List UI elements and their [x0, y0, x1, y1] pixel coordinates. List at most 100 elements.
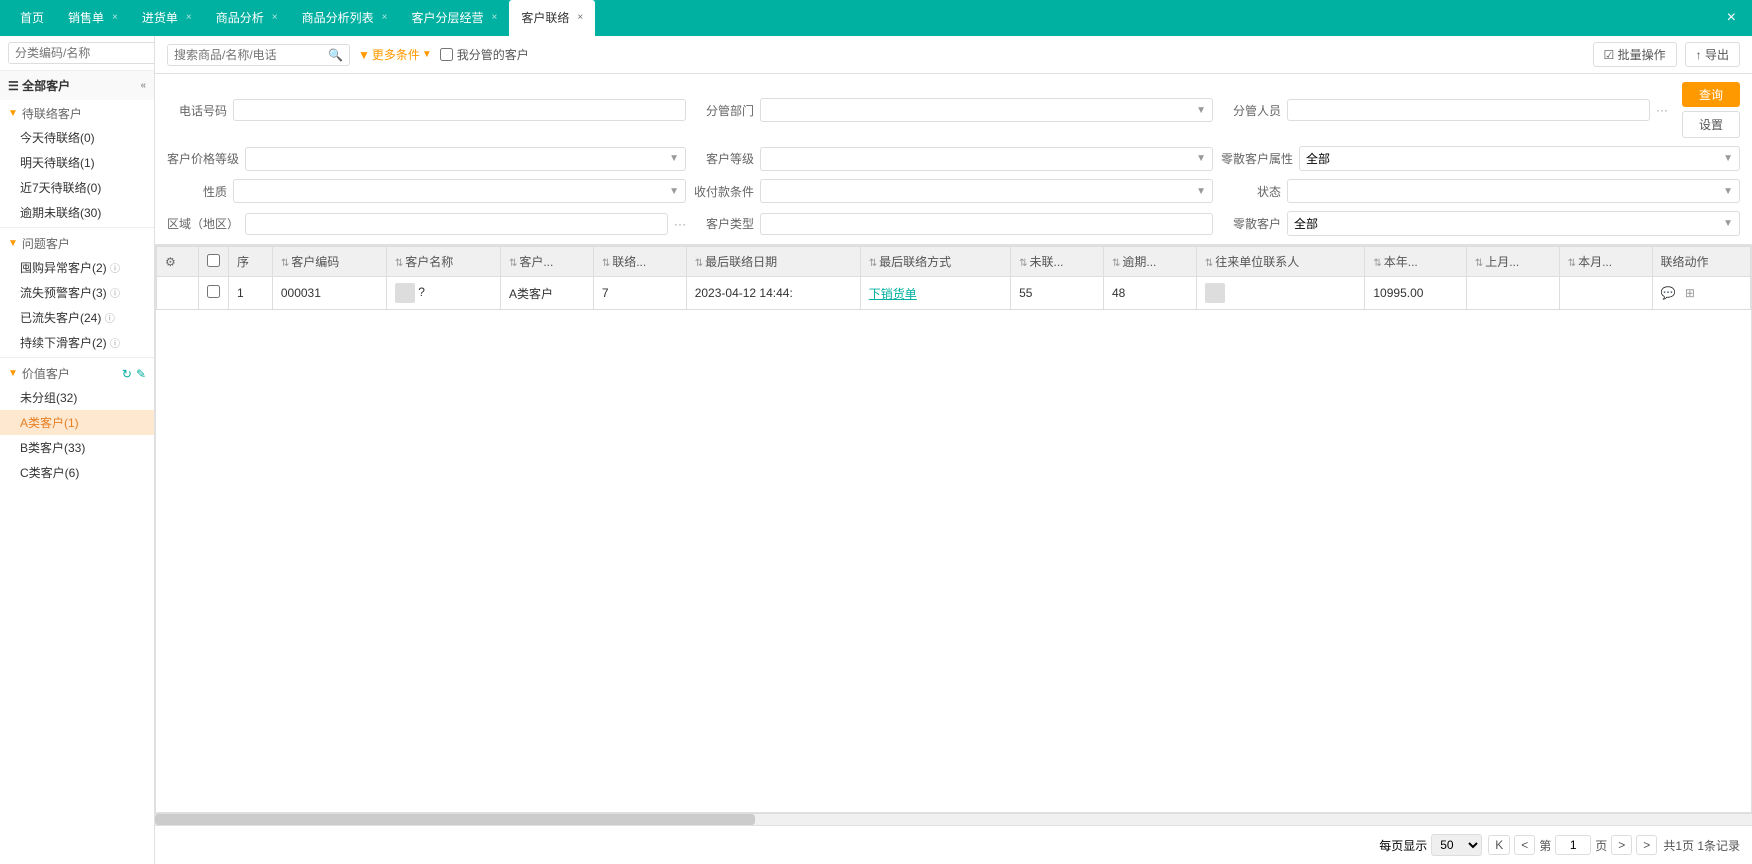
chevron-down-icon: ▼ [1723, 218, 1733, 229]
edit-icon[interactable]: ✎ [136, 367, 146, 381]
chat-action-icon[interactable]: 💬 [1661, 286, 1676, 300]
nav-customer-contact[interactable]: 客户联络 × [509, 0, 595, 36]
export-button[interactable]: ↑ 导出 [1685, 42, 1740, 67]
nav-customer-tier[interactable]: 客户分层经营 × [399, 0, 509, 36]
col-name[interactable]: ⇅客户名称 [386, 247, 500, 277]
row-last-contact-way: 下销货单 [860, 277, 1010, 310]
close-icon[interactable]: × [272, 0, 278, 36]
sidebar-item-today-contact[interactable]: 今天待联络(0) [0, 125, 154, 150]
close-icon[interactable]: × [382, 0, 388, 36]
col-no-contact[interactable]: ⇅未联... [1011, 247, 1104, 277]
col-settings[interactable]: ⚙ [157, 247, 199, 277]
more-icon[interactable]: ··· [1656, 103, 1668, 117]
sidebar-search-input[interactable] [8, 42, 155, 64]
data-table-container: ⚙ 序 ⇅客户编码 ⇅客户名称 ⇅客户... ⇅联络... ⇅最后联络日期 ⇅最… [155, 245, 1752, 813]
status-select[interactable]: ▼ [1287, 179, 1740, 203]
sidebar-item-unclassified[interactable]: 未分组(32) [0, 385, 154, 410]
filter-customer-level: 客户等级 ▼ [694, 146, 1213, 171]
pagination: 每页显示 50 20 100 K < 第 页 > > 共1页 1条记录 [155, 825, 1752, 864]
payment-select[interactable]: ▼ [760, 179, 1213, 203]
prev-page-button[interactable]: < [1514, 835, 1535, 855]
close-icon[interactable]: × [186, 0, 192, 36]
row-customer-type: A类客户 [500, 277, 593, 310]
my-customers-checkbox[interactable]: 我分管的客户 [440, 46, 529, 63]
page-number-input[interactable] [1555, 835, 1591, 855]
phone-input[interactable] [233, 99, 686, 121]
retail-customer-select[interactable]: 全部 ▼ [1287, 211, 1740, 236]
col-code[interactable]: ⇅客户编码 [272, 247, 386, 277]
nav-purchase-order[interactable]: 进货单 × [130, 0, 204, 36]
sidebar-item-churned[interactable]: 已流失客户(24) ⓘ [0, 305, 154, 330]
close-icon[interactable]: × [491, 0, 497, 36]
sidebar-item-b-class[interactable]: B类客户(33) [0, 435, 154, 460]
dept-select[interactable]: ▼ [760, 98, 1213, 122]
chevron-down-icon: ▼ [1723, 153, 1733, 164]
row-this-month [1559, 277, 1652, 310]
next-page-button[interactable]: > [1611, 835, 1632, 855]
nav-product-analysis-list[interactable]: 商品分析列表 × [290, 0, 400, 36]
contact-way-link[interactable]: 下销货单 [869, 287, 917, 301]
row-code: 000031 [272, 277, 386, 310]
page-navigation: K < 第 页 > > [1488, 835, 1657, 855]
retail-attr-select[interactable]: 全部 ▼ [1299, 146, 1740, 171]
close-icon[interactable]: × [577, 0, 583, 36]
last-page-button[interactable]: > [1636, 835, 1657, 855]
col-year-amount[interactable]: ⇅本年... [1365, 247, 1466, 277]
col-last-contact-date[interactable]: ⇅最后联络日期 [686, 247, 860, 277]
sidebar-item-churn-warning[interactable]: 流失预警客户(3) ⓘ [0, 280, 154, 305]
sidebar-item-c-class[interactable]: C类客户(6) [0, 460, 154, 485]
col-contact-count[interactable]: ⇅联络... [593, 247, 686, 277]
col-contacts[interactable]: ⇅往来单位联系人 [1196, 247, 1365, 277]
col-this-month[interactable]: ⇅本月... [1559, 247, 1652, 277]
per-page-select[interactable]: 50 20 100 [1431, 834, 1482, 856]
more-icon[interactable]: ··· [674, 217, 686, 231]
avatar [395, 283, 415, 303]
customer-level-select[interactable]: ▼ [760, 147, 1213, 171]
all-customers-header[interactable]: ☰ 全部客户 « [0, 71, 154, 100]
price-level-select[interactable]: ▼ [245, 147, 686, 171]
col-last-month[interactable]: ⇅上月... [1466, 247, 1559, 277]
row-select-checkbox[interactable] [207, 285, 220, 298]
row-contacts [1196, 277, 1365, 310]
select-all-checkbox[interactable] [207, 254, 220, 267]
filter-dept: 分管部门 ▼ [694, 82, 1213, 138]
col-overdue[interactable]: ⇅逾期... [1104, 247, 1197, 277]
more-filters-button[interactable]: ▼ 更多条件 ▼ [358, 46, 432, 63]
sidebar-item-declining[interactable]: 持续下滑客户(2) ⓘ [0, 330, 154, 355]
gear-icon[interactable]: ⚙ [165, 255, 176, 269]
nature-select[interactable]: ▼ [233, 179, 686, 203]
chevron-down-icon: ▼ [1196, 105, 1206, 116]
chevron-down-icon: ▼ [1196, 153, 1206, 164]
settings-button[interactable]: 设置 [1682, 111, 1740, 138]
nav-sales-order[interactable]: 销售单 × [56, 0, 130, 36]
close-app-button[interactable]: × [1719, 9, 1744, 27]
filter-price-level: 客户价格等级 ▼ [167, 146, 686, 171]
grid-action-icon[interactable]: ⊞ [1685, 286, 1695, 300]
nav-home[interactable]: 首页 [8, 0, 56, 36]
region-input[interactable] [245, 213, 668, 235]
nav-product-analysis[interactable]: 商品分析 × [204, 0, 290, 36]
customer-type-input[interactable] [760, 213, 1213, 235]
first-page-button[interactable]: K [1488, 835, 1510, 855]
chevron-down-icon: ▼ [669, 186, 679, 197]
person-input[interactable] [1287, 99, 1650, 121]
sidebar-item-tomorrow-contact[interactable]: 明天待联络(1) [0, 150, 154, 175]
sidebar-item-overdue-contact[interactable]: 逾期未联络(30) [0, 200, 154, 225]
data-table: ⚙ 序 ⇅客户编码 ⇅客户名称 ⇅客户... ⇅联络... ⇅最后联络日期 ⇅最… [156, 246, 1751, 310]
query-button[interactable]: 查询 [1682, 82, 1740, 107]
batch-ops-button[interactable]: ☑ 批量操作 [1593, 42, 1677, 67]
search-icon[interactable]: 🔍 [328, 48, 343, 62]
top-navigation: 首页 销售单 × 进货单 × 商品分析 × 商品分析列表 × 客户分层经营 × … [0, 0, 1752, 36]
sidebar-item-a-class[interactable]: A类客户(1) [0, 410, 154, 435]
sidebar-group-problem: ▼ 问题客户 [0, 230, 154, 255]
search-input[interactable] [174, 48, 324, 62]
sidebar-item-7day-contact[interactable]: 近7天待联络(0) [0, 175, 154, 200]
col-customer-type[interactable]: ⇅客户... [500, 247, 593, 277]
chevron-down-icon: ▼ [1723, 186, 1733, 197]
horizontal-scrollbar[interactable] [155, 813, 1752, 825]
my-customers-check[interactable] [440, 48, 453, 61]
col-last-contact-way[interactable]: ⇅最后联络方式 [860, 247, 1010, 277]
close-icon[interactable]: × [112, 0, 118, 36]
refresh-icon[interactable]: ↻ [122, 367, 132, 381]
sidebar-item-hoard-abnormal[interactable]: 囤购异常客户(2) ⓘ [0, 255, 154, 280]
